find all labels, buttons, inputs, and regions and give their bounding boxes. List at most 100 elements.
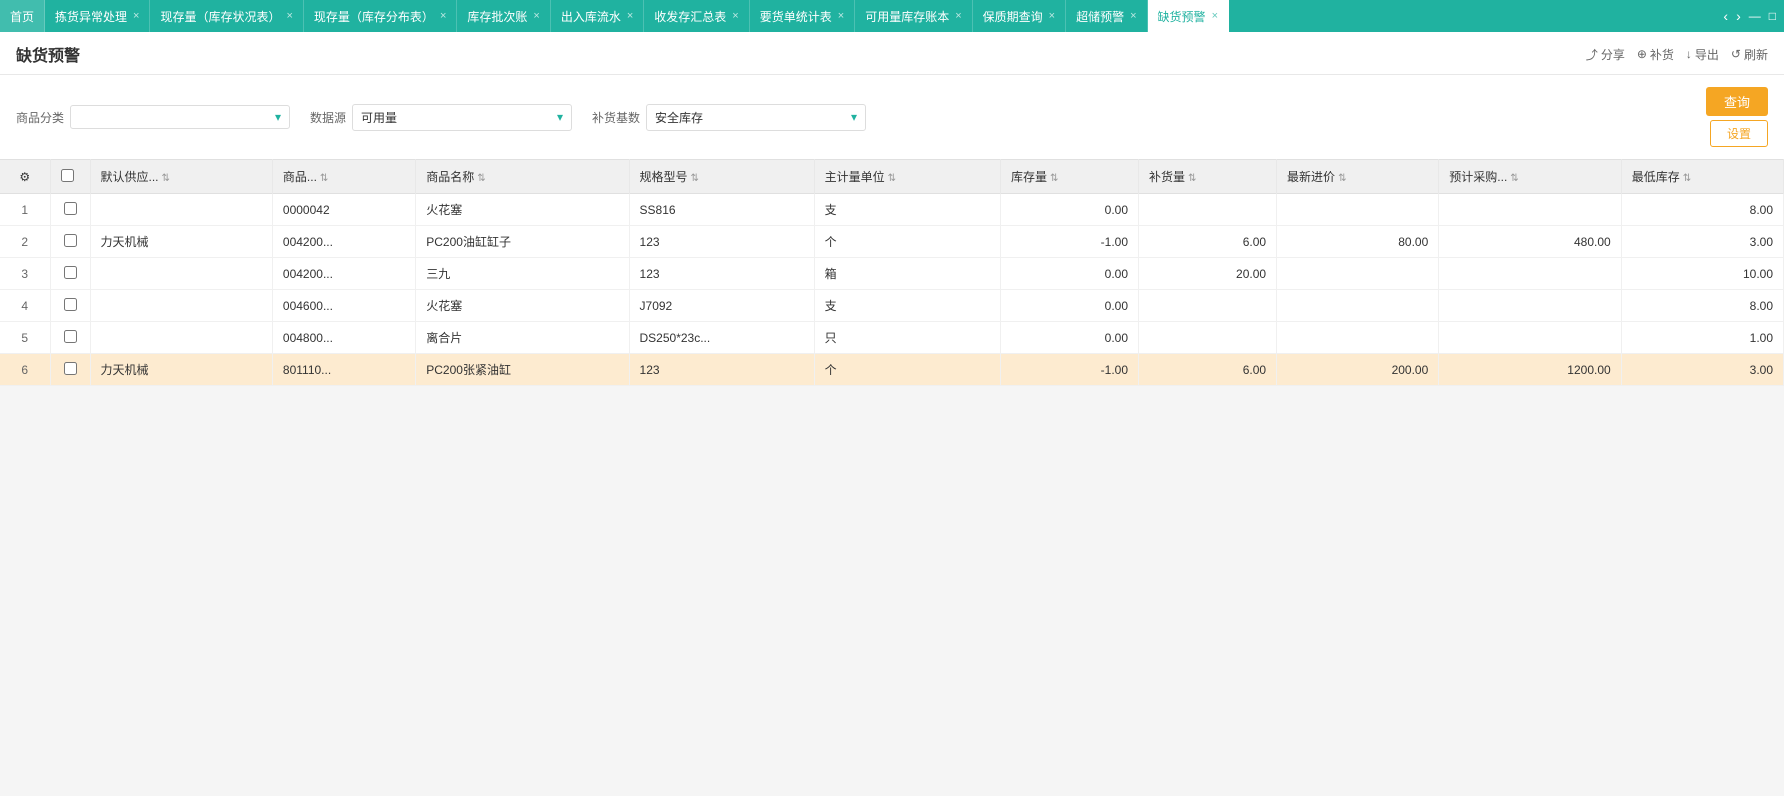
sort-icon-product_code[interactable]: ⇅ bbox=[320, 173, 328, 184]
col-header-supplier[interactable]: 默认供应...⇅ bbox=[90, 160, 272, 194]
tab-prev-button[interactable]: ‹ bbox=[1719, 8, 1732, 24]
sort-icon-stock[interactable]: ⇅ bbox=[1050, 173, 1058, 184]
tab-item-overstock[interactable]: 超储预警 × bbox=[1066, 0, 1147, 32]
tab-close-icon[interactable]: × bbox=[627, 10, 633, 22]
row-checkbox[interactable] bbox=[64, 266, 77, 279]
query-button[interactable]: 查询 bbox=[1706, 87, 1768, 116]
sort-icon-replenish_qty[interactable]: ⇅ bbox=[1188, 173, 1196, 184]
cell-unit: 箱 bbox=[814, 258, 1000, 290]
sort-icon-unit[interactable]: ⇅ bbox=[888, 173, 896, 184]
cell-product_code: 801110... bbox=[272, 354, 415, 386]
tab-next-button[interactable]: › bbox=[1732, 8, 1745, 24]
cell-spec: 123 bbox=[629, 226, 814, 258]
cell-stock: 0.00 bbox=[1001, 194, 1139, 226]
tab-label: 超储预警 bbox=[1076, 8, 1124, 25]
settings-button[interactable]: 设置 bbox=[1710, 120, 1768, 147]
sort-icon-min_stock[interactable]: ⇅ bbox=[1683, 173, 1691, 184]
tab-close-icon[interactable]: × bbox=[440, 10, 446, 22]
row-checkbox-cell bbox=[50, 290, 90, 322]
tab-close-icon[interactable]: × bbox=[1212, 10, 1218, 22]
page-header: 缺货预警 ⤴ 分享 ⊕ 补货 ↓ 导出 ↺ 刷新 bbox=[0, 32, 1784, 75]
col-header-min_stock[interactable]: 最低库存⇅ bbox=[1621, 160, 1783, 194]
cell-product_code: 0000042 bbox=[272, 194, 415, 226]
tab-close-icon[interactable]: × bbox=[133, 10, 139, 22]
tab-item-batch-account[interactable]: 库存批次账× bbox=[457, 0, 550, 32]
category-filter-group: 商品分类 ▾ bbox=[16, 105, 290, 129]
tab-close-icon[interactable]: × bbox=[286, 10, 292, 22]
cell-replenish_qty: 6.00 bbox=[1139, 354, 1277, 386]
tab-item-expiry-query[interactable]: 保质期查询× bbox=[973, 0, 1066, 32]
cell-product_code: 004200... bbox=[272, 226, 415, 258]
category-select[interactable]: ▾ bbox=[70, 105, 290, 129]
sort-icon-supplier[interactable]: ⇅ bbox=[162, 173, 170, 184]
tab-item-stock-dist[interactable]: 现存量（库存分布表）× bbox=[304, 0, 457, 32]
export-button[interactable]: ↓ 导出 bbox=[1686, 46, 1719, 63]
tab-item-shortage[interactable]: 缺货预警× bbox=[1148, 0, 1229, 32]
col-label-est_purchase: 预计采购... bbox=[1449, 170, 1507, 184]
cell-replenish_qty bbox=[1139, 290, 1277, 322]
refresh-button[interactable]: ↺ 刷新 bbox=[1731, 46, 1768, 63]
col-header-product_name[interactable]: 商品名称⇅ bbox=[416, 160, 629, 194]
cell-product_name: 离合片 bbox=[416, 322, 629, 354]
row-checkbox[interactable] bbox=[64, 362, 77, 375]
page-container: 缺货预警 ⤴ 分享 ⊕ 补货 ↓ 导出 ↺ 刷新 商品分类 bbox=[0, 32, 1784, 386]
tab-close-icon[interactable]: × bbox=[1049, 10, 1055, 22]
replenish-base-label: 补货基数 bbox=[592, 109, 640, 126]
tab-label: 拣货异常处理 bbox=[55, 8, 127, 25]
cell-replenish_qty bbox=[1139, 194, 1277, 226]
tab-item-stock-status[interactable]: 现存量（库存状况表） × bbox=[150, 0, 303, 32]
cell-stock: 0.00 bbox=[1001, 322, 1139, 354]
select-all-checkbox[interactable] bbox=[61, 169, 74, 182]
tab-item-abnormal[interactable]: 拣货异常处理 × bbox=[45, 0, 150, 32]
replenish-base-select[interactable]: 安全库存 ▾ bbox=[646, 104, 866, 131]
tab-item-inout-flow[interactable]: 出入库流水× bbox=[551, 0, 644, 32]
row-checkbox[interactable] bbox=[64, 298, 77, 311]
col-header-unit[interactable]: 主计量单位⇅ bbox=[814, 160, 1000, 194]
sort-icon-product_name[interactable]: ⇅ bbox=[477, 173, 485, 184]
tab-label: 现存量（库存状况表） bbox=[160, 8, 280, 25]
tab-item-recv-summary[interactable]: 收发存汇总表× bbox=[644, 0, 749, 32]
tab-close-icon[interactable]: × bbox=[732, 10, 738, 22]
col-header-est_purchase[interactable]: 预计采购...⇅ bbox=[1439, 160, 1621, 194]
cell-product_code: 004800... bbox=[272, 322, 415, 354]
cell-replenish_qty: 6.00 bbox=[1139, 226, 1277, 258]
datasource-select[interactable]: 可用量 ▾ bbox=[352, 104, 572, 131]
tab-item-home[interactable]: 首页 bbox=[0, 0, 45, 32]
col-header-stock[interactable]: 库存量⇅ bbox=[1001, 160, 1139, 194]
col-header-spec[interactable]: 规格型号⇅ bbox=[629, 160, 814, 194]
col-label-unit: 主计量单位 bbox=[825, 170, 885, 184]
tab-item-order-stat[interactable]: 要货单统计表× bbox=[750, 0, 855, 32]
tab-label: 首页 bbox=[10, 8, 34, 25]
tab-close-icon[interactable]: × bbox=[533, 10, 539, 22]
tab-close-icon[interactable]: × bbox=[1130, 10, 1136, 22]
window-minimize-button[interactable]: — bbox=[1745, 9, 1765, 23]
tab-close-icon[interactable]: × bbox=[955, 10, 961, 22]
row-num: 6 bbox=[0, 354, 50, 386]
row-checkbox[interactable] bbox=[64, 202, 77, 215]
row-num: 2 bbox=[0, 226, 50, 258]
col-header-checkbox bbox=[50, 160, 90, 194]
gear-settings-icon[interactable]: ⚙ bbox=[19, 170, 30, 184]
share-button[interactable]: ⤴ 分享 bbox=[1586, 46, 1625, 63]
col-header-latest_price[interactable]: 最新进价⇅ bbox=[1277, 160, 1439, 194]
table-header: ⚙默认供应...⇅商品...⇅商品名称⇅规格型号⇅主计量单位⇅库存量⇅补货量⇅最… bbox=[0, 160, 1784, 194]
row-checkbox[interactable] bbox=[64, 234, 77, 247]
sort-icon-latest_price[interactable]: ⇅ bbox=[1338, 173, 1346, 184]
filter-area: 商品分类 ▾ 数据源 可用量 ▾ 补货基数 安全库存 ▾ 查询 设置 bbox=[0, 75, 1784, 159]
row-checkbox[interactable] bbox=[64, 330, 77, 343]
replenish-button[interactable]: ⊕ 补货 bbox=[1637, 46, 1674, 63]
col-header-replenish_qty[interactable]: 补货量⇅ bbox=[1139, 160, 1277, 194]
tab-close-icon[interactable]: × bbox=[838, 10, 844, 22]
sort-icon-spec[interactable]: ⇅ bbox=[691, 173, 699, 184]
cell-latest_price bbox=[1277, 194, 1439, 226]
category-chevron-down-icon: ▾ bbox=[275, 110, 281, 124]
col-header-product_code[interactable]: 商品...⇅ bbox=[272, 160, 415, 194]
cell-est_purchase bbox=[1439, 322, 1621, 354]
datasource-filter-group: 数据源 可用量 ▾ bbox=[310, 104, 572, 131]
export-icon: ↓ bbox=[1686, 47, 1692, 61]
window-maximize-button[interactable]: □ bbox=[1765, 9, 1780, 23]
cell-product_name: PC200张紧油缸 bbox=[416, 354, 629, 386]
col-label-stock: 库存量 bbox=[1011, 170, 1047, 184]
sort-icon-est_purchase[interactable]: ⇅ bbox=[1510, 173, 1518, 184]
tab-item-available-ledger[interactable]: 可用量库存账本× bbox=[855, 0, 972, 32]
